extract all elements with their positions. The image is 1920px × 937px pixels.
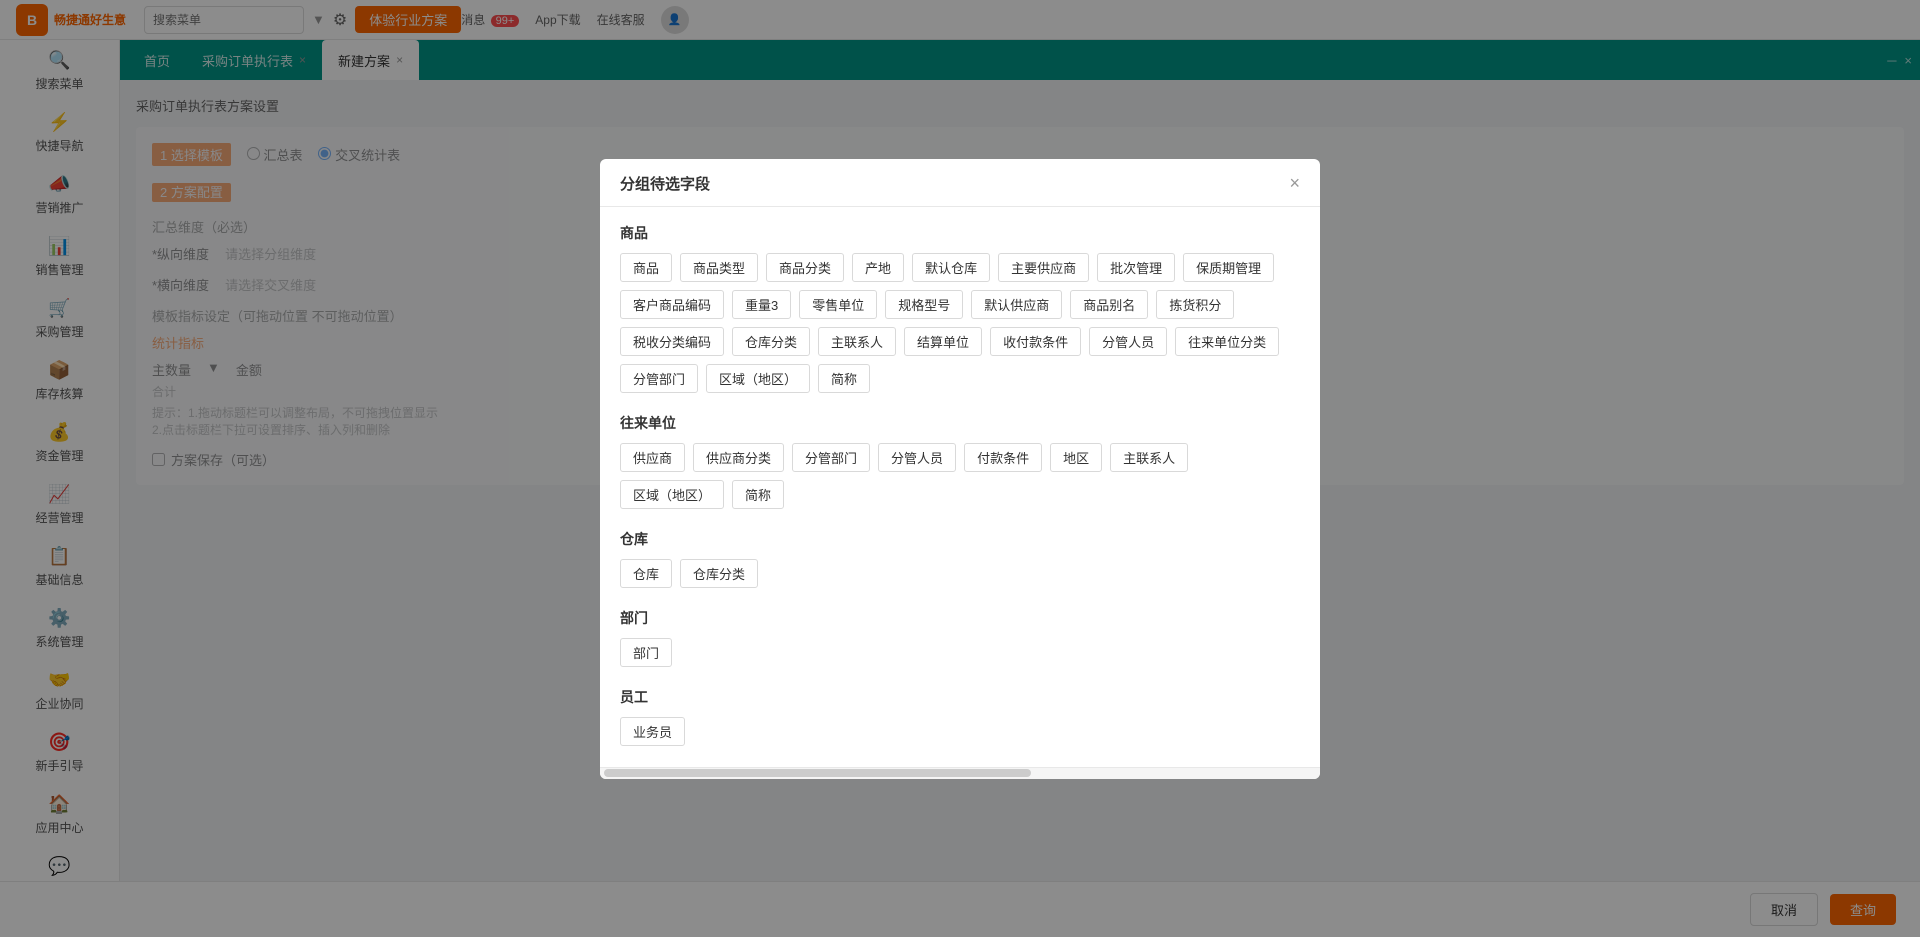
field-tag-counterpart-8[interactable]: 简称 [732, 480, 784, 509]
department-field-tags: 部门 [620, 638, 1300, 667]
field-tag-product-22[interactable]: 分管部门 [620, 364, 698, 393]
section-counterpart-title: 往来单位 [620, 413, 1300, 433]
modal-title: 分组待选字段 [620, 173, 710, 194]
section-warehouse-title: 仓库 [620, 529, 1300, 549]
field-tag-product-4[interactable]: 默认仓库 [912, 253, 990, 282]
field-tag-product-2[interactable]: 商品分类 [766, 253, 844, 282]
field-tag-product-21[interactable]: 往来单位分类 [1175, 327, 1279, 356]
field-tag-employee-0[interactable]: 业务员 [620, 717, 685, 746]
modal-body[interactable]: 商品 商品 商品类型 商品分类 产地 默认仓库 主要供应商 批次管理 保质期管理… [600, 207, 1320, 767]
warehouse-field-tags: 仓库 仓库分类 [620, 559, 1300, 588]
field-tag-product-10[interactable]: 零售单位 [799, 290, 877, 319]
modal-overlay[interactable]: 分组待选字段 × 商品 商品 商品类型 商品分类 产地 默认仓库 主要供应商 批… [0, 0, 1920, 937]
field-tag-product-17[interactable]: 主联系人 [818, 327, 896, 356]
modal-header: 分组待选字段 × [600, 159, 1320, 207]
field-tag-counterpart-7[interactable]: 区域（地区） [620, 480, 724, 509]
field-tag-warehouse-1[interactable]: 仓库分类 [680, 559, 758, 588]
field-tag-product-14[interactable]: 拣货积分 [1156, 290, 1234, 319]
field-tag-counterpart-4[interactable]: 付款条件 [964, 443, 1042, 472]
modal-close-button[interactable]: × [1289, 173, 1300, 194]
section-warehouse: 仓库 仓库 仓库分类 [620, 529, 1300, 588]
field-tag-department-0[interactable]: 部门 [620, 638, 672, 667]
field-tag-counterpart-1[interactable]: 供应商分类 [693, 443, 784, 472]
field-tag-counterpart-2[interactable]: 分管部门 [792, 443, 870, 472]
field-tag-product-8[interactable]: 客户商品编码 [620, 290, 724, 319]
field-tag-product-12[interactable]: 默认供应商 [971, 290, 1062, 319]
section-department-title: 部门 [620, 608, 1300, 628]
field-tag-counterpart-6[interactable]: 主联系人 [1110, 443, 1188, 472]
field-tag-product-15[interactable]: 税收分类编码 [620, 327, 724, 356]
modal-horizontal-scrollbar[interactable] [600, 767, 1320, 779]
field-tag-product-18[interactable]: 结算单位 [904, 327, 982, 356]
field-tag-product-3[interactable]: 产地 [852, 253, 904, 282]
field-tag-product-6[interactable]: 批次管理 [1097, 253, 1175, 282]
field-tag-product-1[interactable]: 商品类型 [680, 253, 758, 282]
modal: 分组待选字段 × 商品 商品 商品类型 商品分类 产地 默认仓库 主要供应商 批… [600, 159, 1320, 779]
section-counterpart: 往来单位 供应商 供应商分类 分管部门 分管人员 付款条件 地区 主联系人 区域… [620, 413, 1300, 509]
field-tag-product-13[interactable]: 商品别名 [1070, 290, 1148, 319]
field-tag-product-5[interactable]: 主要供应商 [998, 253, 1089, 282]
field-tag-product-16[interactable]: 仓库分类 [732, 327, 810, 356]
field-tag-product-20[interactable]: 分管人员 [1089, 327, 1167, 356]
field-tag-counterpart-5[interactable]: 地区 [1050, 443, 1102, 472]
modal-scroll-thumb [604, 769, 1031, 777]
field-tag-product-0[interactable]: 商品 [620, 253, 672, 282]
field-tag-product-7[interactable]: 保质期管理 [1183, 253, 1274, 282]
section-product-title: 商品 [620, 223, 1300, 243]
employee-field-tags: 业务员 [620, 717, 1300, 746]
section-employee-title: 员工 [620, 687, 1300, 707]
field-tag-warehouse-0[interactable]: 仓库 [620, 559, 672, 588]
section-employee: 员工 业务员 [620, 687, 1300, 746]
field-tag-counterpart-3[interactable]: 分管人员 [878, 443, 956, 472]
field-tag-product-19[interactable]: 收付款条件 [990, 327, 1081, 356]
field-tag-counterpart-0[interactable]: 供应商 [620, 443, 685, 472]
field-tag-product-23[interactable]: 区域（地区） [706, 364, 810, 393]
counterpart-field-tags: 供应商 供应商分类 分管部门 分管人员 付款条件 地区 主联系人 区域（地区） … [620, 443, 1300, 509]
field-tag-product-11[interactable]: 规格型号 [885, 290, 963, 319]
section-product: 商品 商品 商品类型 商品分类 产地 默认仓库 主要供应商 批次管理 保质期管理… [620, 223, 1300, 393]
field-tag-product-24[interactable]: 简称 [818, 364, 870, 393]
product-field-tags: 商品 商品类型 商品分类 产地 默认仓库 主要供应商 批次管理 保质期管理 客户… [620, 253, 1300, 393]
field-tag-product-9[interactable]: 重量3 [732, 290, 791, 319]
section-department: 部门 部门 [620, 608, 1300, 667]
